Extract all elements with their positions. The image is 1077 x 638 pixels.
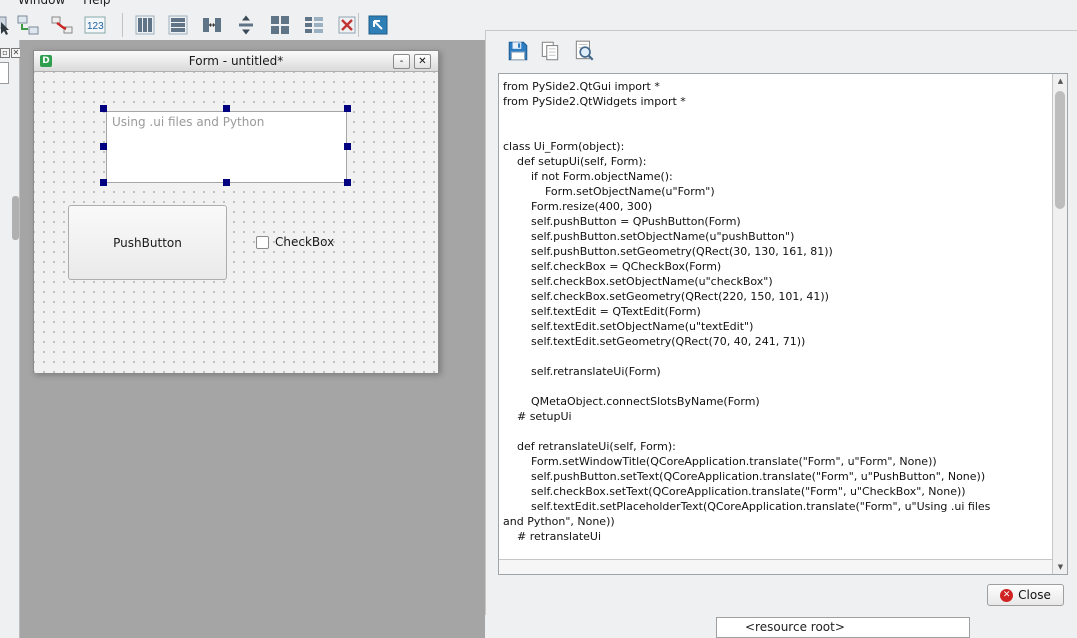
layout-form-icon[interactable] — [302, 13, 326, 37]
edit-buddies-icon[interactable] — [50, 13, 74, 37]
selection-handle[interactable] — [344, 105, 351, 112]
layout-horizontal-splitter-icon[interactable] — [200, 13, 224, 37]
code-preview-dialog: from PySide2.QtGui import * from PySide2… — [485, 30, 1077, 615]
selection-handle[interactable] — [344, 179, 351, 186]
resource-browser-panel: <resource root> — [716, 617, 970, 638]
menu-help[interactable]: Help — [83, 0, 110, 7]
close-button-label: Close — [1018, 588, 1051, 602]
close-red-icon: ✕ — [1000, 589, 1013, 602]
form-icon: D — [40, 55, 52, 67]
svg-text:123: 123 — [87, 21, 104, 32]
textedit-widget[interactable]: Using .ui files and Python — [106, 111, 347, 183]
checkbox-label: CheckBox — [275, 235, 334, 249]
edit-signals-slots-icon[interactable] — [16, 13, 40, 37]
dock-float-icon[interactable]: ▫ — [0, 48, 10, 58]
form-window-title: Form - untitled* — [34, 54, 438, 68]
toolbar-separator — [122, 13, 123, 37]
pushbutton-widget[interactable]: PushButton — [68, 205, 227, 280]
copy-icon[interactable] — [538, 39, 562, 63]
edit-widgets-icon[interactable] — [0, 13, 13, 37]
selection-handle[interactable] — [100, 143, 107, 150]
resource-root-item[interactable]: <resource root> — [745, 620, 845, 634]
menubar: Window Help — [0, 0, 1077, 9]
code-text[interactable]: from PySide2.QtGui import * from PySide2… — [503, 79, 1051, 558]
left-dock-strip: ▫ ✕ — [0, 40, 20, 638]
layout-horizontal-icon[interactable] — [133, 13, 157, 37]
selection-handle[interactable] — [223, 105, 230, 112]
form-canvas[interactable]: Using .ui files and Python PushButton Ch… — [34, 72, 438, 373]
checkbox-box[interactable] — [256, 236, 269, 249]
designer-form-window: D Form - untitled* - ✕ Using .ui files a… — [33, 50, 439, 373]
selection-handle[interactable] — [223, 179, 230, 186]
selection-handle[interactable] — [100, 105, 107, 112]
layout-vertical-icon[interactable] — [166, 13, 190, 37]
close-button[interactable]: ✕ — [414, 54, 431, 69]
selection-handle[interactable] — [100, 179, 107, 186]
layout-vertical-splitter-icon[interactable] — [234, 13, 258, 37]
edit-tab-order-icon[interactable]: 123 — [83, 13, 107, 37]
scroll-down-icon[interactable]: ▼ — [1053, 560, 1068, 574]
horizontal-scrollbar[interactable] — [499, 559, 1052, 574]
code-view: from PySide2.QtGui import * from PySide2… — [498, 73, 1068, 575]
break-layout-icon[interactable] — [335, 13, 359, 37]
selection-handle[interactable] — [344, 143, 351, 150]
close-dialog-button[interactable]: ✕ Close — [987, 584, 1064, 606]
toolbar-separator — [358, 13, 359, 37]
checkbox-widget[interactable]: CheckBox — [256, 234, 334, 250]
minimize-button[interactable]: - — [393, 54, 410, 69]
save-icon[interactable] — [506, 39, 530, 63]
vertical-scrollbar-thumb[interactable] — [1055, 91, 1065, 209]
vertical-scrollbar[interactable]: ▲ ▼ — [1052, 74, 1067, 574]
form-window-titlebar[interactable]: D Form - untitled* - ✕ — [34, 51, 438, 72]
menu-window[interactable]: Window — [18, 0, 65, 7]
find-icon[interactable] — [572, 39, 596, 63]
layout-grid-icon[interactable] — [268, 13, 292, 37]
adjust-size-icon[interactable] — [366, 13, 390, 37]
dock-scrollbar-thumb[interactable] — [12, 196, 19, 240]
scroll-up-icon[interactable]: ▲ — [1053, 74, 1068, 88]
dock-filter-input[interactable] — [0, 62, 9, 84]
